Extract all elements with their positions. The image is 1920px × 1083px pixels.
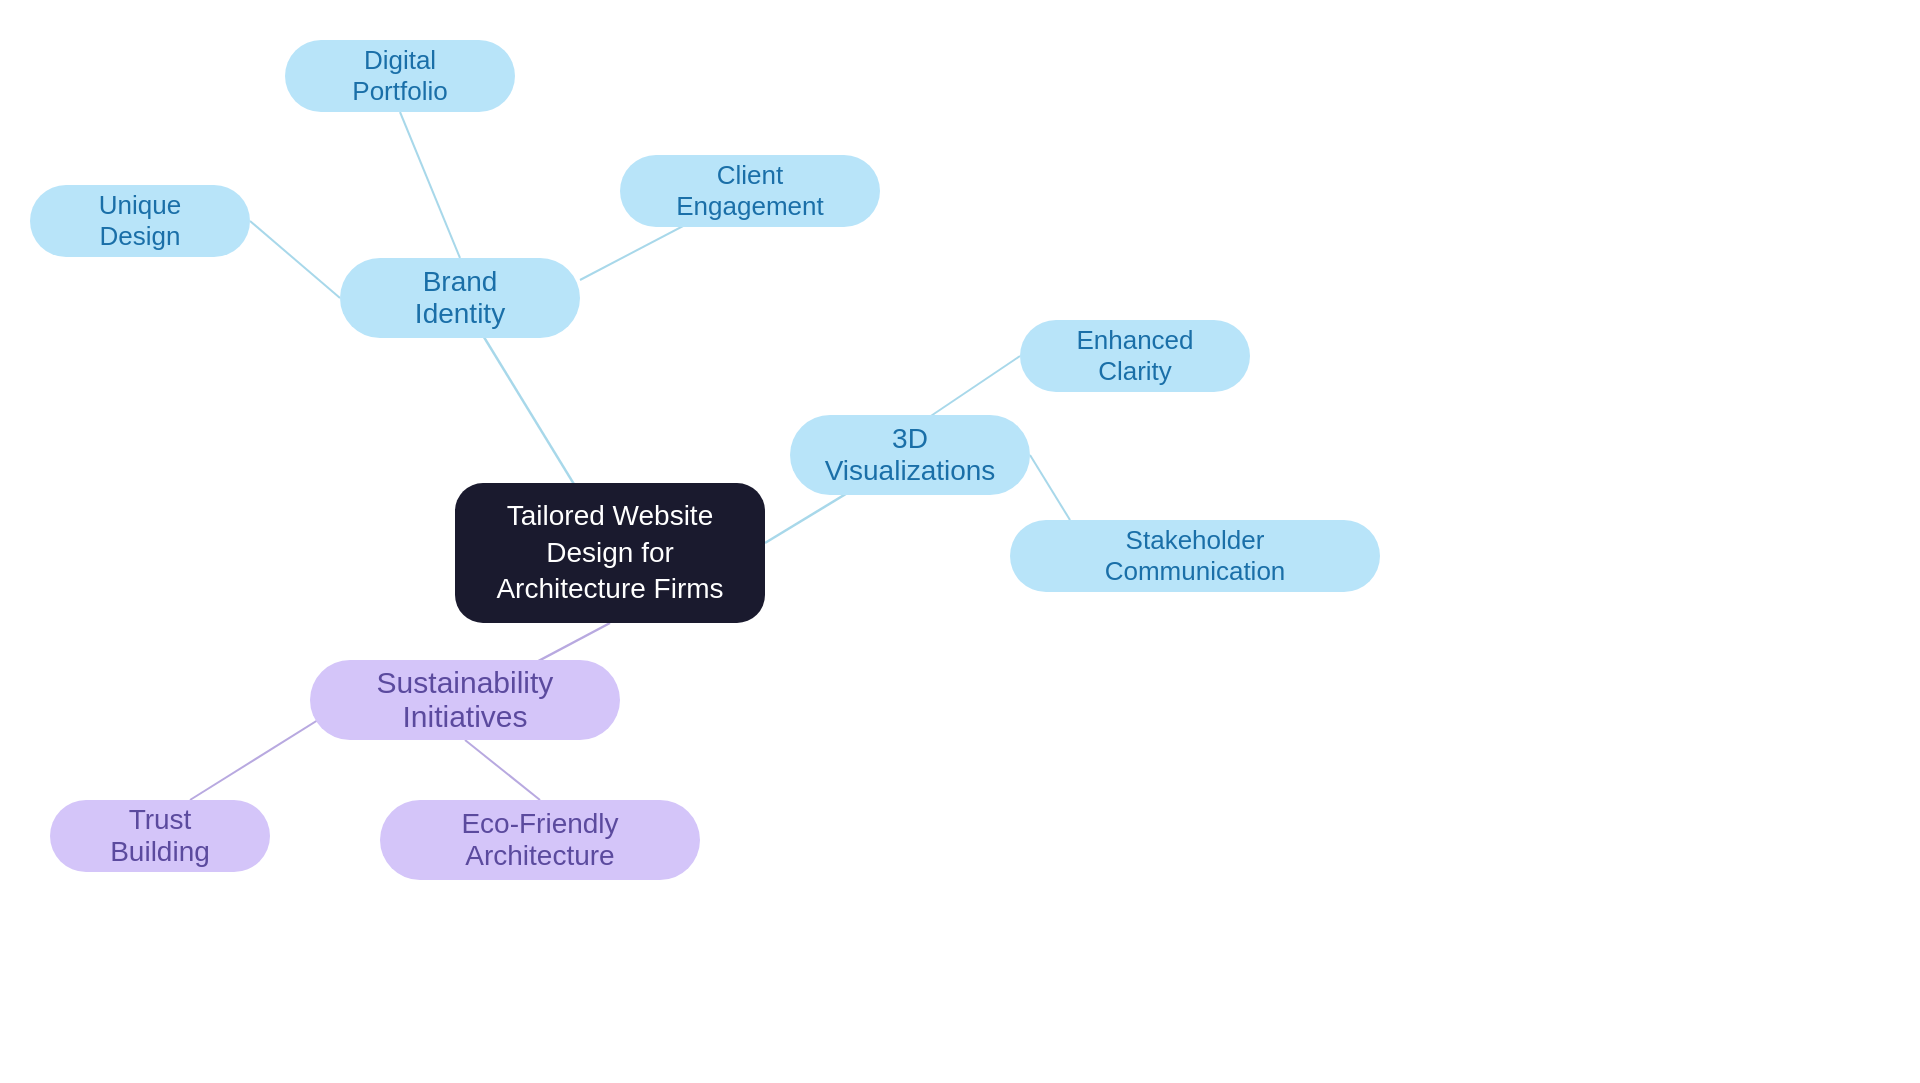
sustainability-initiatives-node: Sustainability Initiatives — [310, 660, 620, 740]
svg-line-2 — [250, 221, 340, 298]
central-node: Tailored Website Design for Architecture… — [455, 483, 765, 623]
3d-visualizations-node: 3D Visualizations — [790, 415, 1030, 495]
stakeholder-communication-node: Stakeholder Communication — [1010, 520, 1380, 592]
unique-design-node: Unique Design — [30, 185, 250, 257]
brand-identity-node: Brand Identity — [340, 258, 580, 338]
svg-line-6 — [1030, 455, 1070, 520]
eco-friendly-architecture-node: Eco-Friendly Architecture — [380, 800, 700, 880]
client-engagement-node: Client Engagement — [620, 155, 880, 227]
svg-line-1 — [400, 112, 460, 258]
enhanced-clarity-node: Enhanced Clarity — [1020, 320, 1250, 392]
svg-line-9 — [465, 740, 540, 800]
trust-building-node: Trust Building — [50, 800, 270, 872]
digital-portfolio-node: Digital Portfolio — [285, 40, 515, 112]
